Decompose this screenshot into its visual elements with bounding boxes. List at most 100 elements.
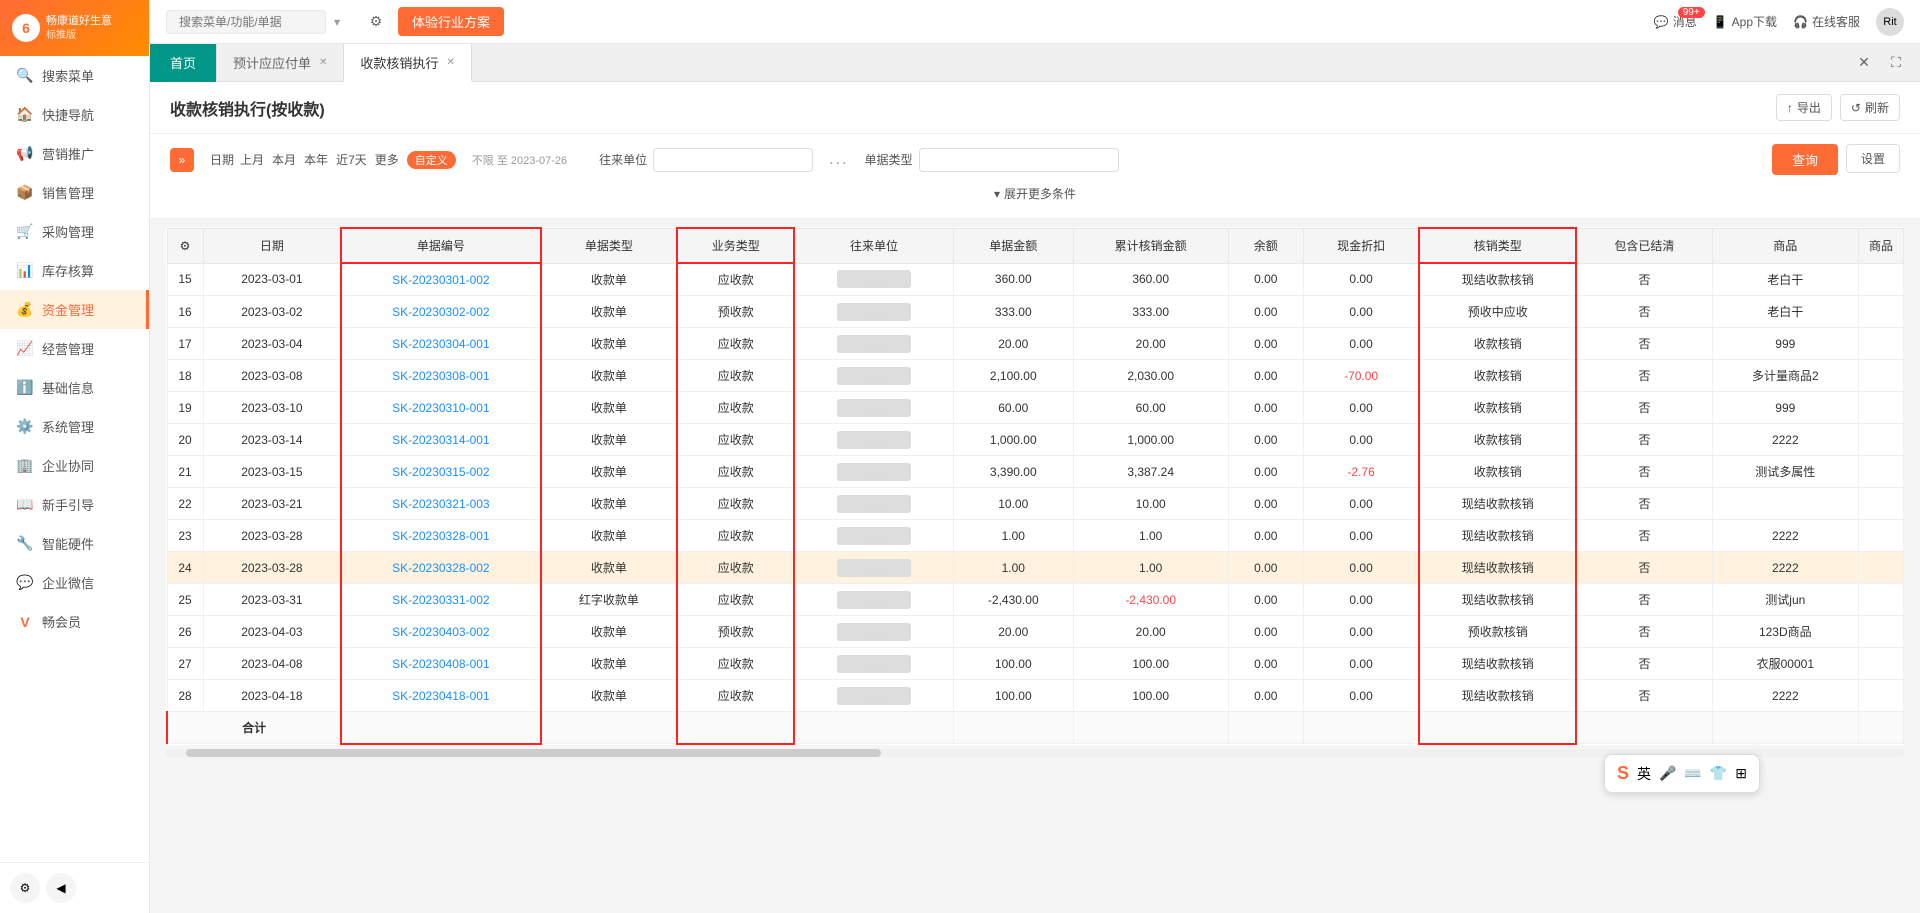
refresh-button[interactable]: ↺ 刷新: [1840, 94, 1900, 121]
cell-doc-type: 收款单: [541, 520, 678, 552]
doc-no-link[interactable]: SK-20230301-002: [392, 273, 489, 287]
filter-doc-type-select[interactable]: [919, 148, 1119, 172]
date-link-last-7-days[interactable]: 近7天: [336, 151, 367, 169]
sidebar-item-member[interactable]: V 畅会员: [0, 602, 149, 641]
total-doc-type: [541, 712, 678, 744]
table-row: 17 2023-03-04 SK-20230304-001 收款单 应收款 ██…: [167, 328, 1904, 360]
sidebar-item-hardware[interactable]: 🔧 智能硬件: [0, 524, 149, 563]
sidebar-label-system: 系统管理: [42, 417, 94, 436]
topbar-right: 💬 消息 99+ 📱 App下载 🎧 在线客服 Rit: [1654, 8, 1904, 36]
doc-no-link[interactable]: SK-20230314-001: [392, 433, 489, 447]
date-link-more[interactable]: 更多: [375, 151, 399, 169]
cell-counterpart: ████: [794, 456, 953, 488]
date-link-this-month[interactable]: 本月: [272, 151, 296, 169]
user-avatar[interactable]: Rit: [1876, 8, 1904, 36]
topbar-search-input[interactable]: [166, 10, 326, 34]
tab-close-all-btn[interactable]: ✕: [1852, 51, 1876, 75]
filter-expand-button[interactable]: »: [170, 148, 194, 172]
filter-action-group: 查询 设置: [1772, 144, 1900, 175]
cell-balance: 0.00: [1228, 488, 1303, 520]
sidebar-item-system[interactable]: ⚙️ 系统管理: [0, 407, 149, 446]
date-link-last-month[interactable]: 上月: [240, 151, 264, 169]
sidebar-item-sales[interactable]: 📦 销售管理: [0, 173, 149, 212]
filter-counterpart-input[interactable]: [653, 148, 813, 172]
doc-no-link[interactable]: SK-20230328-002: [392, 561, 489, 575]
doc-no-link[interactable]: SK-20230418-001: [392, 689, 489, 703]
cell-goods: 2222: [1712, 680, 1858, 712]
cell-total-write-off: 100.00: [1073, 680, 1228, 712]
cell-write-off-type: 现结收款核销: [1419, 263, 1576, 296]
solution-button[interactable]: 体验行业方案: [398, 7, 504, 36]
cell-include-settled: 否: [1576, 680, 1712, 712]
topbar-dropdown-icon[interactable]: ▾: [334, 12, 354, 32]
sidebar-settings-btn[interactable]: ⚙: [10, 873, 40, 903]
tab-pending-label: 预计应应付单: [233, 53, 311, 72]
doc-no-link[interactable]: SK-20230328-001: [392, 529, 489, 543]
th-settings[interactable]: ⚙: [167, 228, 203, 263]
sidebar-item-marketing[interactable]: 📢 营销推广: [0, 134, 149, 173]
message-button[interactable]: 💬 消息 99+: [1654, 13, 1697, 30]
tab-home[interactable]: 首页: [150, 44, 217, 82]
sidebar-item-inventory[interactable]: 📊 库存核算: [0, 251, 149, 290]
filter-query-button[interactable]: 查询: [1772, 144, 1838, 175]
sidebar-item-finance[interactable]: 💰 资金管理: [0, 290, 149, 329]
cell-date: 2023-03-28: [203, 520, 341, 552]
sidebar-item-guide[interactable]: 📖 新手引导: [0, 485, 149, 524]
sidebar-item-operations[interactable]: 📈 经营管理: [0, 329, 149, 368]
th-date: 日期: [203, 228, 341, 263]
cell-biz-type: 应收款: [677, 648, 794, 680]
cell-cash-discount: 0.00: [1303, 520, 1419, 552]
cell-doc-no: SK-20230301-002: [341, 263, 540, 296]
cell-goods: 2222: [1712, 424, 1858, 456]
sidebar-collapse-btn[interactable]: ◀: [46, 873, 76, 903]
sidebar-item-search[interactable]: 🔍 搜索菜单: [0, 56, 149, 95]
app-download-button[interactable]: 📱 App下载: [1713, 13, 1777, 30]
ime-keyboard-icon: ⌨️: [1684, 765, 1701, 782]
tab-write-off-close[interactable]: ✕: [446, 57, 454, 68]
cell-goods2: [1858, 456, 1903, 488]
cell-goods2: [1858, 488, 1903, 520]
cell-doc-no: SK-20230403-002: [341, 616, 540, 648]
sidebar-item-purchase[interactable]: 🛒 采购管理: [0, 212, 149, 251]
doc-no-link[interactable]: SK-20230315-002: [392, 465, 489, 479]
cell-counterpart: ████: [794, 296, 953, 328]
cell-total-write-off: 20.00: [1073, 328, 1228, 360]
cell-biz-type: 应收款: [677, 456, 794, 488]
sidebar-item-basic[interactable]: ℹ️ 基础信息: [0, 368, 149, 407]
sidebar-item-wechat[interactable]: 💬 企业微信: [0, 563, 149, 602]
doc-no-link[interactable]: SK-20230403-002: [392, 625, 489, 639]
sidebar-item-company[interactable]: 🏢 企业协同: [0, 446, 149, 485]
online-service-button[interactable]: 🎧 在线客服: [1793, 13, 1860, 30]
cell-balance: 0.00: [1228, 263, 1303, 296]
cell-date: 2023-03-14: [203, 424, 341, 456]
tab-pending-close[interactable]: ✕: [319, 57, 327, 68]
filter-custom-label[interactable]: 自定义: [407, 151, 456, 169]
cell-cash-discount: 0.00: [1303, 424, 1419, 456]
doc-no-link[interactable]: SK-20230408-001: [392, 657, 489, 671]
th-amount: 单据金额: [953, 228, 1073, 263]
scrollbar-thumb[interactable]: [186, 749, 881, 757]
doc-no-link[interactable]: SK-20230331-002: [392, 593, 489, 607]
sidebar-item-quick[interactable]: 🏠 快捷导航: [0, 95, 149, 134]
doc-no-link[interactable]: SK-20230308-001: [392, 369, 489, 383]
total-label: 合计: [167, 712, 341, 744]
ime-grid-icon: ⊞: [1735, 765, 1747, 782]
cell-biz-type: 预收款: [677, 296, 794, 328]
total-biz-type: [677, 712, 794, 744]
doc-no-link[interactable]: SK-20230310-001: [392, 401, 489, 415]
doc-no-link[interactable]: SK-20230302-002: [392, 305, 489, 319]
tab-pending[interactable]: 预计应应付单 ✕: [217, 44, 344, 82]
table-row: 28 2023-04-18 SK-20230418-001 收款单 应收款 ██…: [167, 680, 1904, 712]
tab-fullscreen-btn[interactable]: ⛶: [1884, 51, 1908, 75]
tab-write-off[interactable]: 收款核销执行 ✕: [344, 44, 471, 82]
cell-goods: 123D商品: [1712, 616, 1858, 648]
date-link-this-year[interactable]: 本年: [304, 151, 328, 169]
topbar-gear-btn[interactable]: ⚙: [362, 8, 390, 36]
cell-date: 2023-03-04: [203, 328, 341, 360]
cell-doc-type: 收款单: [541, 616, 678, 648]
expand-more-row[interactable]: ▾ 展开更多条件: [170, 179, 1900, 208]
export-button[interactable]: ↑ 导出: [1776, 94, 1832, 121]
filter-settings-button[interactable]: 设置: [1846, 144, 1900, 173]
doc-no-link[interactable]: SK-20230304-001: [392, 337, 489, 351]
doc-no-link[interactable]: SK-20230321-003: [392, 497, 489, 511]
